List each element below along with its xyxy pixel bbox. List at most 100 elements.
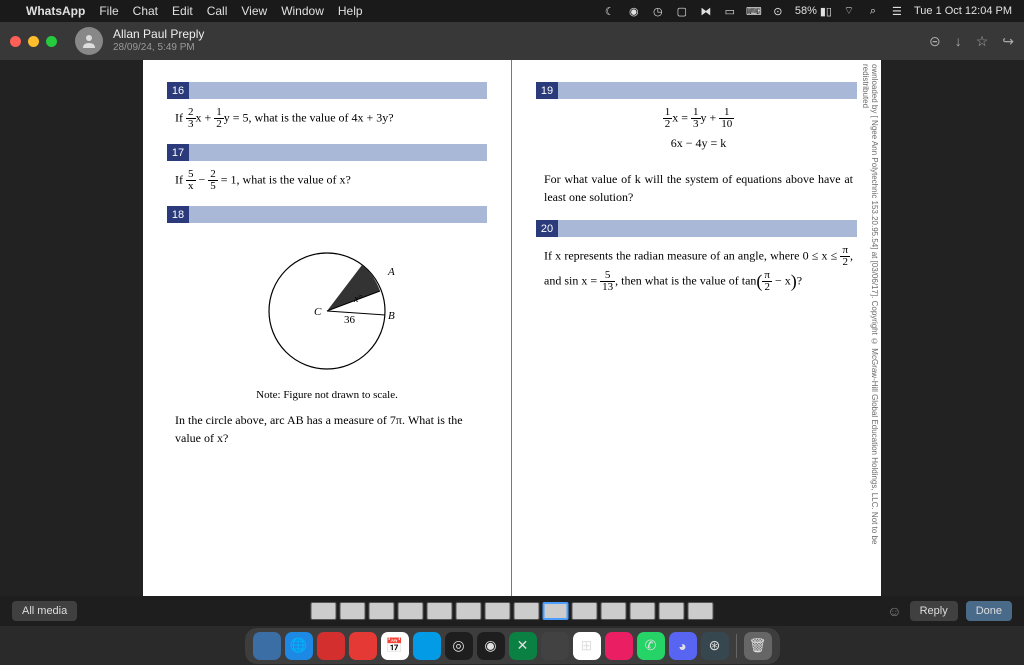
doc-left-column: 16 If 23x + 12y = 5, what is the value o…	[143, 60, 512, 596]
toolbar-right: ☺ Reply Done	[887, 601, 1012, 621]
menu-help[interactable]: Help	[338, 4, 363, 18]
thumb-11[interactable]	[601, 602, 627, 620]
dock-app-3[interactable]	[317, 632, 345, 660]
dock-app-11[interactable]: ⊞	[573, 632, 601, 660]
download-icon[interactable]: ↓	[955, 33, 962, 49]
q17-text: If 5x − 25 = 1, what is the value of x?	[167, 169, 487, 206]
menubar-right: ☾ ◉ ◷ ▢ ⧓ ▭ ⌨ ⊙ 58% ▮▯ ⌔ ⌕ ☰ Tue 1 Oct 1…	[603, 4, 1012, 18]
q18-text: In the circle above, arc AB has a measur…	[167, 411, 487, 461]
dock-app-12[interactable]	[605, 632, 633, 660]
dock-app-8[interactable]: ◉	[477, 632, 505, 660]
all-media-button[interactable]: All media	[12, 601, 77, 621]
dock-finder[interactable]	[253, 632, 281, 660]
thumb-9-active[interactable]	[543, 602, 569, 620]
dock-separator	[736, 634, 737, 658]
label-C: C	[314, 306, 322, 318]
q19-equations: 12x = 13y + 110 6x − 4y = k	[536, 107, 857, 170]
thumb-14[interactable]	[688, 602, 714, 620]
display-icon[interactable]: ▭	[723, 4, 737, 18]
menu-chat[interactable]: Chat	[133, 4, 158, 18]
dock-app-9[interactable]: ✕	[509, 632, 537, 660]
thumb-5[interactable]	[427, 602, 453, 620]
clock-icon[interactable]: ◷	[651, 4, 665, 18]
thumb-1[interactable]	[311, 602, 337, 620]
thumb-12[interactable]	[630, 602, 656, 620]
media-toolbar: All media ☺ Reply Done	[0, 596, 1024, 626]
done-button[interactable]: Done	[966, 601, 1012, 621]
more-icon[interactable]: ⊝	[929, 33, 941, 50]
header-actions: ⊝ ↓ ☆ ↪	[929, 33, 1014, 50]
mac-menubar: WhatsApp File Chat Edit Call View Window…	[0, 0, 1024, 22]
menu-call[interactable]: Call	[207, 4, 228, 18]
clock-text[interactable]: Tue 1 Oct 12:04 PM	[914, 5, 1012, 17]
thumb-4[interactable]	[398, 602, 424, 620]
q18-bar: 18	[167, 206, 487, 223]
record-icon[interactable]: ⊙	[771, 4, 785, 18]
battery-status[interactable]: 58% ▮▯	[795, 5, 832, 18]
menu-view[interactable]: View	[241, 4, 267, 18]
dock-discord[interactable]: ◕	[669, 632, 697, 660]
thumb-7[interactable]	[485, 602, 511, 620]
label-B: B	[388, 310, 395, 322]
moon-icon[interactable]: ☾	[603, 4, 617, 18]
stage-manager-icon[interactable]: ▢	[675, 4, 689, 18]
battery-icon: ▮▯	[820, 5, 832, 18]
thumb-3[interactable]	[369, 602, 395, 620]
dock-trash[interactable]: 🗑	[744, 632, 772, 660]
q17-bar: 17	[167, 144, 487, 161]
bluetooth-icon[interactable]: ⧓	[699, 4, 713, 18]
traffic-lights	[10, 36, 57, 47]
avatar[interactable]	[75, 27, 103, 55]
q19-bar: 19	[536, 82, 857, 99]
app-name[interactable]: WhatsApp	[26, 4, 85, 18]
circle-c-icon[interactable]: ◉	[627, 4, 641, 18]
dock-app-10[interactable]	[541, 632, 569, 660]
chat-info[interactable]: Allan Paul Preply 28/09/24, 5:49 PM	[113, 28, 204, 53]
wifi-icon[interactable]: ⌔	[842, 4, 856, 18]
thumb-13[interactable]	[659, 602, 685, 620]
close-window-icon[interactable]	[10, 36, 21, 47]
q16-number: 16	[167, 82, 189, 99]
menu-window[interactable]: Window	[281, 4, 324, 18]
chat-timestamp: 28/09/24, 5:49 PM	[113, 42, 204, 54]
q20-text: If x represents the radian measure of an…	[536, 245, 857, 309]
thumb-10[interactable]	[572, 602, 598, 620]
dock-calendar[interactable]: 📅	[381, 632, 409, 660]
dock-bg: 🌐 📅 ◎ ◉ ✕ ⊞ ✆ ◕ ⊛ 🗑	[245, 628, 780, 664]
q18-figure: A B C x° 36	[252, 231, 402, 381]
menu-edit[interactable]: Edit	[172, 4, 193, 18]
dock-app-7[interactable]: ◎	[445, 632, 473, 660]
minimize-window-icon[interactable]	[28, 36, 39, 47]
thumb-8[interactable]	[514, 602, 540, 620]
q18-note: Note: Figure not drawn to scale.	[167, 389, 487, 401]
spotlight-icon[interactable]: ⌕	[866, 4, 880, 18]
mac-dock: 🌐 📅 ◎ ◉ ✕ ⊞ ✆ ◕ ⊛ 🗑	[0, 626, 1024, 665]
thumb-2[interactable]	[340, 602, 366, 620]
battery-pct: 58%	[795, 5, 817, 17]
document-image[interactable]: 16 If 23x + 12y = 5, what is the value o…	[143, 60, 881, 596]
dock-app-4[interactable]	[349, 632, 377, 660]
label-x: x°	[353, 294, 362, 305]
q16-text: If 23x + 12y = 5, what is the value of 4…	[167, 107, 487, 144]
dock-safari[interactable]: 🌐	[285, 632, 313, 660]
thumbnail-strip	[311, 602, 714, 620]
control-center-icon[interactable]: ☰	[890, 4, 904, 18]
dock-app-6[interactable]	[413, 632, 441, 660]
forward-icon[interactable]: ↪	[1002, 33, 1014, 50]
fullscreen-window-icon[interactable]	[46, 36, 57, 47]
q16-bar: 16	[167, 82, 487, 99]
doc-watermark: ownloaded by [ Ngee Ann Polytechnic 153.…	[865, 64, 879, 584]
dock-whatsapp[interactable]: ✆	[637, 632, 665, 660]
menu-file[interactable]: File	[99, 4, 118, 18]
menubar-left: WhatsApp File Chat Edit Call View Window…	[12, 4, 363, 18]
q20-bar: 20	[536, 220, 857, 237]
q18-number: 18	[167, 206, 189, 223]
star-icon[interactable]: ☆	[976, 33, 989, 50]
dock-app-15[interactable]: ⊛	[701, 632, 729, 660]
keyboard-icon[interactable]: ⌨	[747, 4, 761, 18]
emoji-icon[interactable]: ☺	[887, 603, 901, 619]
doc-right-column: 19 12x = 13y + 110 6x − 4y = k For what …	[512, 60, 881, 596]
thumb-6[interactable]	[456, 602, 482, 620]
reply-button[interactable]: Reply	[910, 601, 958, 621]
q20-number: 20	[536, 220, 558, 237]
